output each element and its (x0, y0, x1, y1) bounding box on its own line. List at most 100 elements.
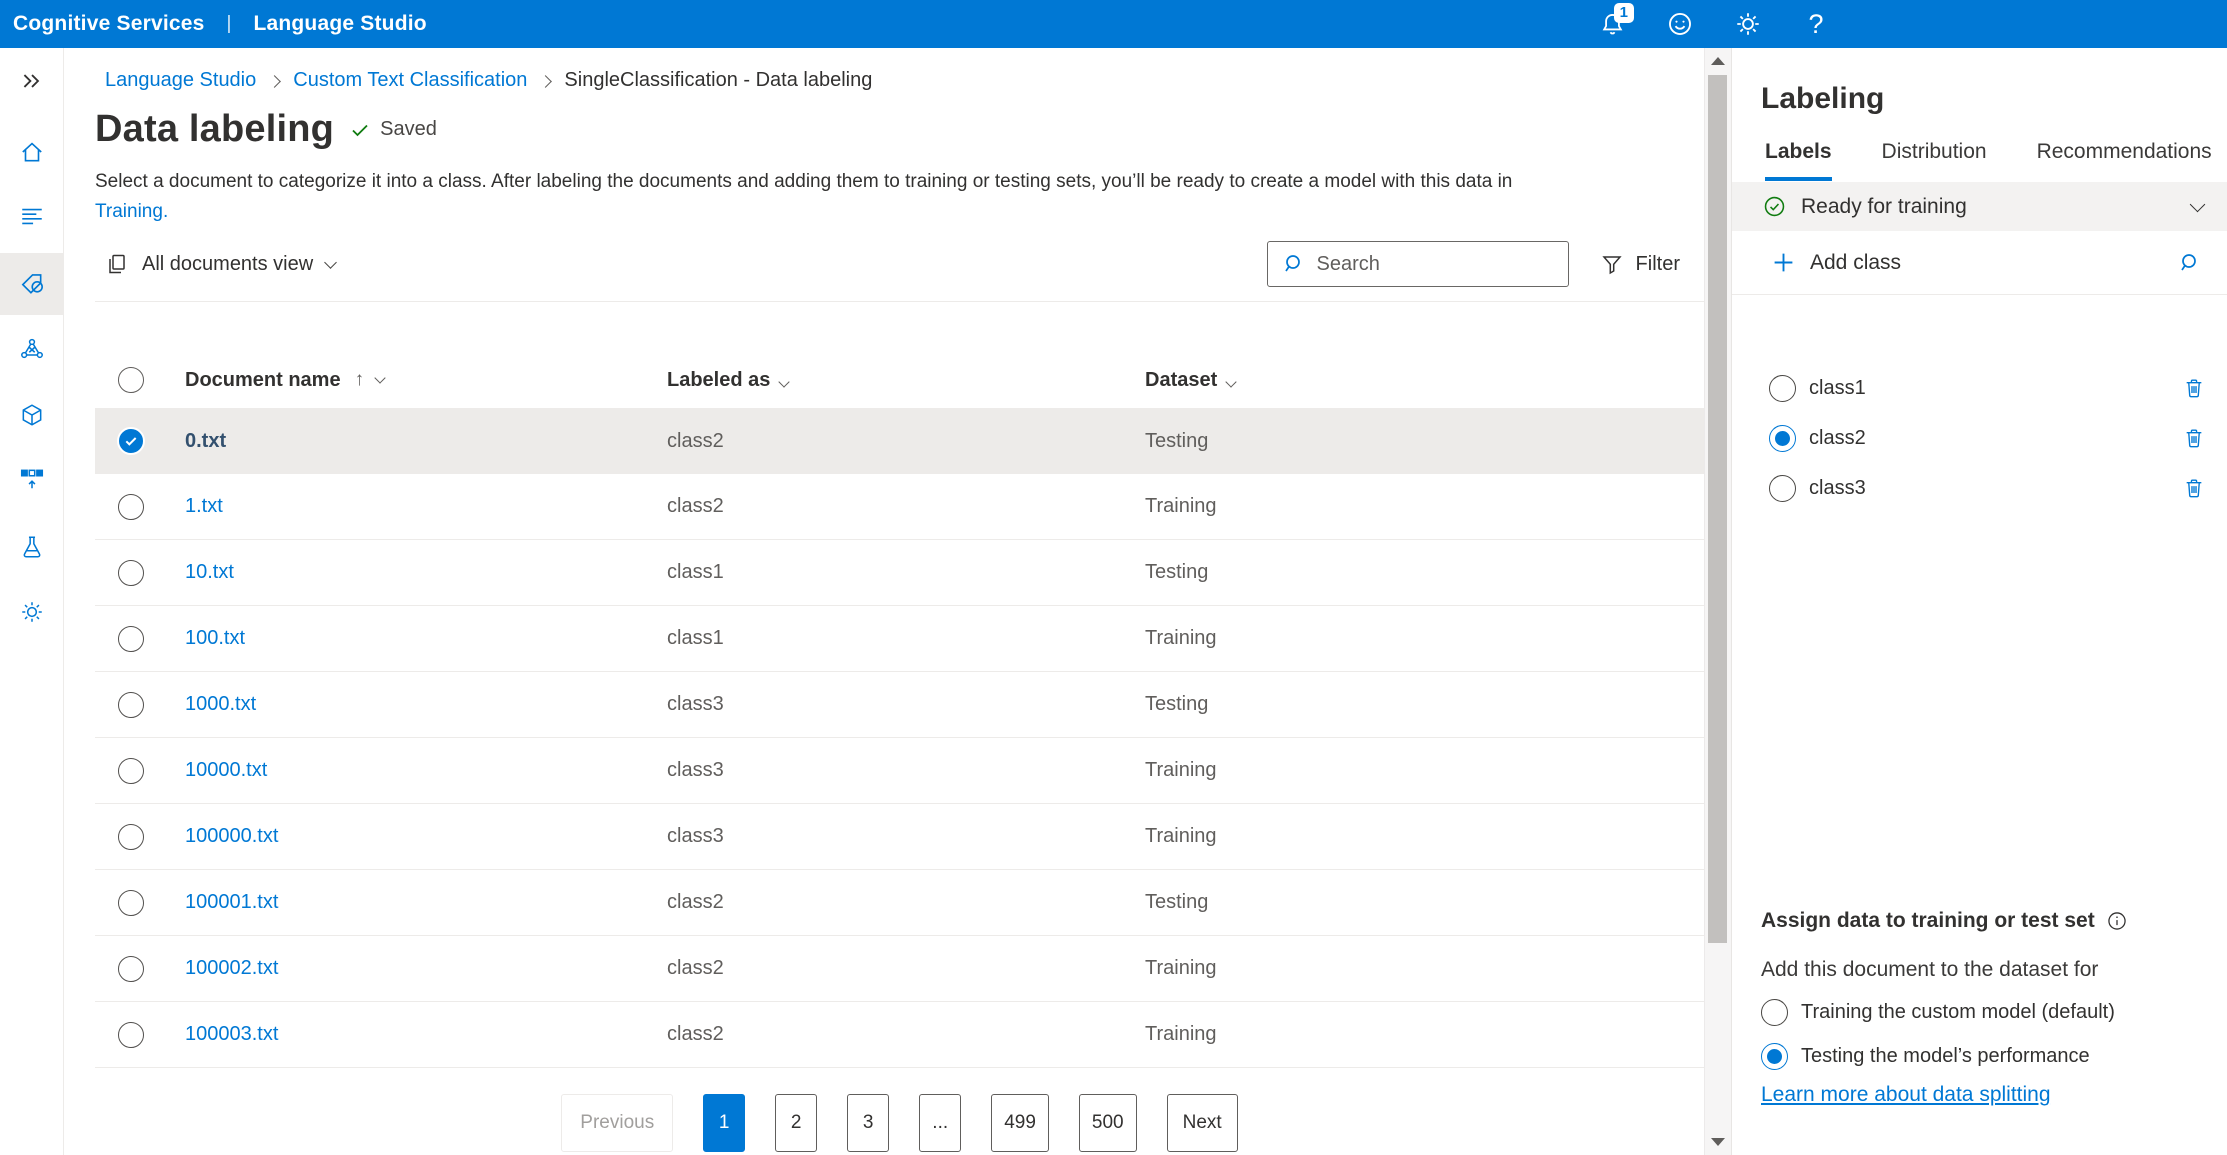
row-checkbox[interactable] (118, 955, 144, 982)
sidebar-settings-gear-icon[interactable] (0, 590, 63, 634)
row-checkbox[interactable] (118, 559, 144, 586)
settings-gear-icon[interactable] (1734, 10, 1762, 38)
row-checkbox[interactable] (118, 823, 144, 850)
document-link[interactable]: 100002.txt (185, 957, 278, 980)
filter-button[interactable]: Filter (1600, 252, 1680, 276)
help-icon[interactable]: ? (1802, 9, 1830, 39)
notifications-bell-icon[interactable]: 1 (1598, 3, 1634, 38)
delete-class-trash-icon[interactable] (2183, 377, 2205, 399)
table-row[interactable]: 100.txt class1 Training (95, 606, 1704, 672)
info-icon[interactable] (2106, 910, 2128, 932)
dataset-cell: Testing (1145, 561, 1209, 583)
page-button-3[interactable]: 3 (847, 1094, 890, 1152)
search-input[interactable] (1316, 252, 1537, 276)
language-studio-app: Cognitive Services | Language Studio 1 ?… (0, 0, 2227, 1155)
pagination: Previous 1 2 3... 499 500 Next (95, 1094, 1704, 1152)
app-title[interactable]: Language Studio (253, 12, 426, 36)
page-button-...[interactable]: ... (919, 1094, 962, 1152)
document-link[interactable]: 1.txt (185, 495, 223, 518)
sidebar-text-lines-icon[interactable] (0, 194, 63, 238)
document-link[interactable]: 10.txt (185, 561, 234, 584)
sidebar-model-icon[interactable] (0, 393, 63, 437)
row-checkbox[interactable] (118, 1021, 144, 1048)
table-row[interactable]: 10000.txt class3 Training (95, 738, 1704, 804)
column-document-name[interactable]: Document name ↑ (185, 369, 667, 392)
assign-option: Training the custom model (default) (1761, 999, 2203, 1026)
row-checkbox[interactable] (118, 757, 144, 784)
table-header: Document name ↑ Labeled as Dataset (95, 352, 1704, 408)
labeling-panel: Labeling Labels Distribution Recommendat… (1731, 48, 2227, 1155)
sidebar-data-labeling-icon[interactable] (0, 261, 63, 305)
class-radio[interactable] (1769, 374, 1796, 402)
training-status-dropdown[interactable]: Ready for training (1732, 182, 2227, 231)
row-checkbox[interactable] (118, 691, 144, 718)
document-link[interactable]: 100000.txt (185, 825, 278, 848)
panel-tabs: Labels Distribution Recommendations (1765, 140, 2227, 181)
table-row[interactable]: 0.txt class2 Testing (95, 408, 1704, 474)
table-row[interactable]: 1.txt class2 Training (95, 474, 1704, 540)
search-box[interactable] (1266, 241, 1569, 287)
tab-distribution[interactable]: Distribution (1882, 140, 1987, 181)
page-button-500[interactable]: 500 (1078, 1094, 1137, 1152)
document-link[interactable]: 10000.txt (185, 759, 267, 782)
table-row[interactable]: 1000.txt class3 Testing (95, 672, 1704, 738)
class-radio[interactable] (1769, 474, 1796, 502)
page-button-499[interactable]: 499 (991, 1094, 1049, 1152)
add-class-button[interactable]: Add class (1732, 231, 2227, 295)
document-link[interactable]: 100003.txt (185, 1023, 278, 1046)
row-checkbox[interactable] (118, 889, 144, 916)
page-button-1[interactable]: 1 (703, 1094, 746, 1152)
class-row: class3 (1732, 463, 2227, 513)
chevron-down-icon (2189, 196, 2206, 212)
row-checkbox-checked[interactable] (117, 427, 145, 455)
previous-page-button[interactable]: Previous (561, 1094, 674, 1152)
feedback-smiley-icon[interactable] (1666, 10, 1694, 38)
scrollbar-thumb[interactable] (1708, 75, 1727, 943)
sidebar-home-icon[interactable] (0, 130, 63, 174)
assign-options: Training the custom model (default) Testi… (1761, 999, 2203, 1070)
select-all-checkbox[interactable] (118, 367, 144, 393)
table-row[interactable]: 100002.txt class2 Training (95, 936, 1704, 1002)
row-checkbox[interactable] (118, 625, 144, 652)
scroll-down-arrow[interactable] (1711, 1138, 1725, 1146)
tab-recommendations[interactable]: Recommendations (2037, 140, 2212, 181)
breadcrumb-custom-text-classification[interactable]: Custom Text Classification (293, 69, 527, 92)
learn-more-link[interactable]: Learn more about data splitting (1761, 1083, 2051, 1107)
assign-option-radio[interactable] (1761, 999, 1788, 1026)
assign-option-radio[interactable] (1761, 1043, 1788, 1070)
delete-class-trash-icon[interactable] (2183, 427, 2205, 449)
table-row[interactable]: 10.txt class1 Testing (95, 540, 1704, 606)
class-radio[interactable] (1769, 424, 1796, 452)
search-classes-icon[interactable] (2178, 251, 2202, 275)
assign-option-label: Testing the model’s performance (1801, 1045, 2090, 1067)
breadcrumb-language-studio[interactable]: Language Studio (105, 69, 256, 92)
next-page-button[interactable]: Next (1166, 1094, 1238, 1152)
sidebar-experiment-flask-icon[interactable] (0, 525, 63, 569)
training-link[interactable]: Training. (95, 201, 168, 222)
labeled-as-cell: class2 (667, 1023, 724, 1045)
document-link[interactable]: 1000.txt (185, 693, 256, 716)
sidebar-model-training-icon[interactable] (0, 327, 63, 371)
page-button-2[interactable]: 2 (775, 1094, 818, 1152)
vertical-scrollbar[interactable] (1704, 48, 1731, 1155)
scroll-up-arrow[interactable] (1711, 57, 1725, 65)
brand-title[interactable]: Cognitive Services (13, 12, 205, 36)
table-row[interactable]: 100003.txt class2 Training (95, 1002, 1704, 1068)
collapse-expand-icon[interactable] (0, 59, 63, 103)
row-checkbox[interactable] (118, 493, 144, 520)
documents-view-dropdown[interactable]: All documents view (105, 252, 338, 276)
sidebar-deploy-icon[interactable] (0, 457, 63, 501)
class-label: class2 (1809, 426, 1866, 449)
page-description: Select a document to categorize it into … (95, 171, 1513, 222)
dataset-cell: Training (1145, 957, 1217, 979)
table-row[interactable]: 100001.txt class2 Testing (95, 870, 1704, 936)
column-labeled-as[interactable]: Labeled as (667, 369, 1145, 392)
column-dataset[interactable]: Dataset (1145, 369, 1704, 392)
delete-class-trash-icon[interactable] (2183, 477, 2205, 499)
table-row[interactable]: 100000.txt class3 Training (95, 804, 1704, 870)
document-link[interactable]: 100001.txt (185, 891, 278, 914)
tab-labels[interactable]: Labels (1765, 140, 1832, 181)
sort-ascending-icon: ↑ (354, 369, 365, 390)
document-link[interactable]: 100.txt (185, 627, 245, 650)
document-link[interactable]: 0.txt (185, 430, 226, 453)
